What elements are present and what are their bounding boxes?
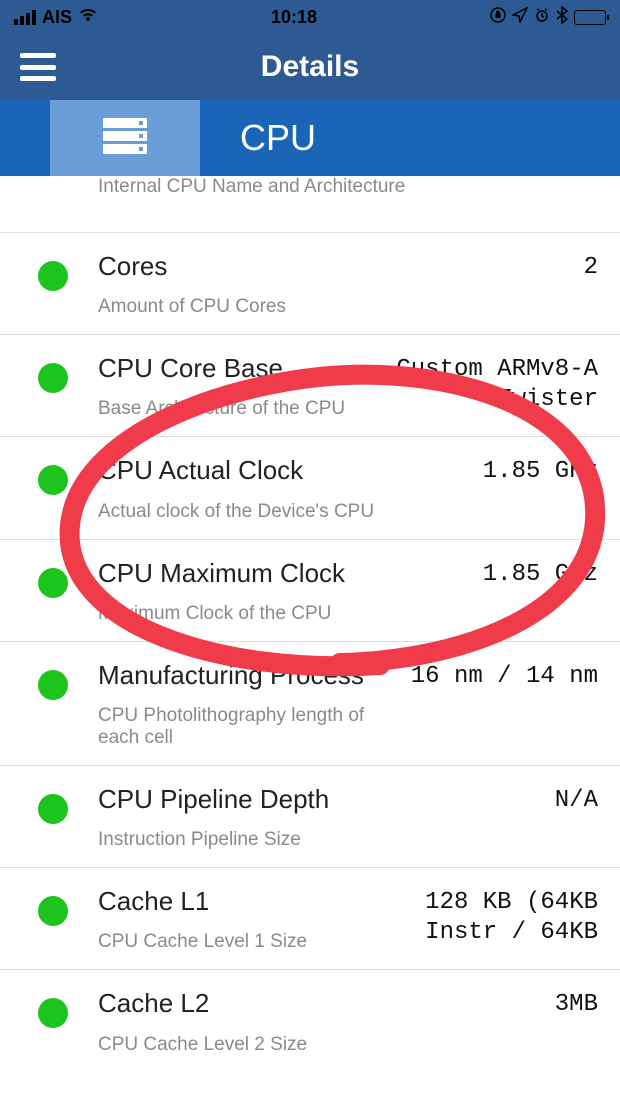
list-item[interactable]: Cores Amount of CPU Cores 2 <box>0 233 620 335</box>
row-value: Custom ARMv8-A Twister <box>368 353 598 415</box>
page-title: Details <box>261 50 359 84</box>
list-item[interactable]: Manufacturing Process CPU Photolithograp… <box>0 642 620 766</box>
row-value: 1.85 GHz <box>483 455 598 487</box>
row-title: Cache L1 <box>98 886 350 917</box>
status-dot-icon <box>38 261 68 291</box>
wifi-icon <box>78 7 98 28</box>
row-subtitle: CPU Cache Level 1 Size <box>98 931 350 953</box>
status-bar: AIS 10:18 <box>0 0 620 34</box>
alarm-icon <box>534 7 550 28</box>
list-item[interactable]: Cache L2 CPU Cache Level 2 Size 3MB <box>0 970 620 1071</box>
list-item[interactable]: CPU Actual Clock Actual clock of the Dev… <box>0 437 620 539</box>
status-dot-icon <box>38 465 68 495</box>
status-dot-icon <box>38 568 68 598</box>
status-dot-icon <box>38 670 68 700</box>
status-left: AIS <box>14 7 98 28</box>
status-dot-icon <box>38 794 68 824</box>
server-icon <box>101 116 149 161</box>
row-value: N/A <box>555 784 598 816</box>
carrier-label: AIS <box>42 7 72 28</box>
bluetooth-icon <box>556 6 568 29</box>
app-header: Details <box>0 34 620 100</box>
tab-cpu[interactable]: CPU <box>200 100 620 176</box>
status-dot-icon <box>38 896 68 926</box>
orientation-lock-icon <box>490 7 506 28</box>
row-title: CPU Actual Clock <box>98 455 465 486</box>
row-subtitle: Base Architecture of the CPU <box>98 398 350 420</box>
row-title: Cache L2 <box>98 988 537 1019</box>
row-title: CPU Pipeline Depth <box>98 784 537 815</box>
status-dot-icon <box>38 998 68 1028</box>
location-icon <box>512 7 528 28</box>
row-title: CPU Core Base <box>98 353 350 384</box>
signal-icon <box>14 10 36 25</box>
row-title: CPU Maximum Clock <box>98 558 465 589</box>
status-time: 10:18 <box>271 7 317 28</box>
row-subtitle: Actual clock of the Device's CPU <box>98 501 465 523</box>
status-dot-icon <box>38 363 68 393</box>
row-value: 2 <box>584 251 598 283</box>
list-item[interactable]: CPU Pipeline Depth Instruction Pipeline … <box>0 766 620 868</box>
row-subtitle: Maximum Clock of the CPU <box>98 603 465 625</box>
list-item[interactable]: CPU Maximum Clock Maximum Clock of the C… <box>0 540 620 642</box>
status-right <box>490 6 606 29</box>
row-title: Cores <box>98 251 566 282</box>
row-subtitle: Amount of CPU Cores <box>98 296 566 318</box>
row-value: 128 KB (64KB Instr / 64KB <box>368 886 598 948</box>
row-subtitle: Internal CPU Name and Architecture <box>98 176 580 198</box>
battery-icon <box>574 10 606 25</box>
tab-cpu-label: CPU <box>240 117 316 159</box>
row-value: 3MB <box>555 988 598 1020</box>
row-title: Manufacturing Process <box>98 660 393 691</box>
row-subtitle: CPU Cache Level 2 Size <box>98 1034 537 1056</box>
row-subtitle: CPU Photolithography length of each cell <box>98 705 393 749</box>
row-value: 1.85 GHz <box>483 558 598 590</box>
row-subtitle: Instruction Pipeline Size <box>98 829 537 851</box>
details-list[interactable]: Internal CPU Name and Architecture Cores… <box>0 176 620 1103</box>
list-item[interactable]: Internal CPU Name and Architecture <box>0 176 620 233</box>
row-value: 16 nm / 14 nm <box>411 660 598 692</box>
list-item[interactable]: CPU Core Base Base Architecture of the C… <box>0 335 620 437</box>
tab-bar: CPU <box>0 100 620 176</box>
menu-button[interactable] <box>20 53 56 81</box>
tab-overview[interactable] <box>50 100 200 176</box>
list-item[interactable]: Cache L1 CPU Cache Level 1 Size 128 KB (… <box>0 868 620 970</box>
